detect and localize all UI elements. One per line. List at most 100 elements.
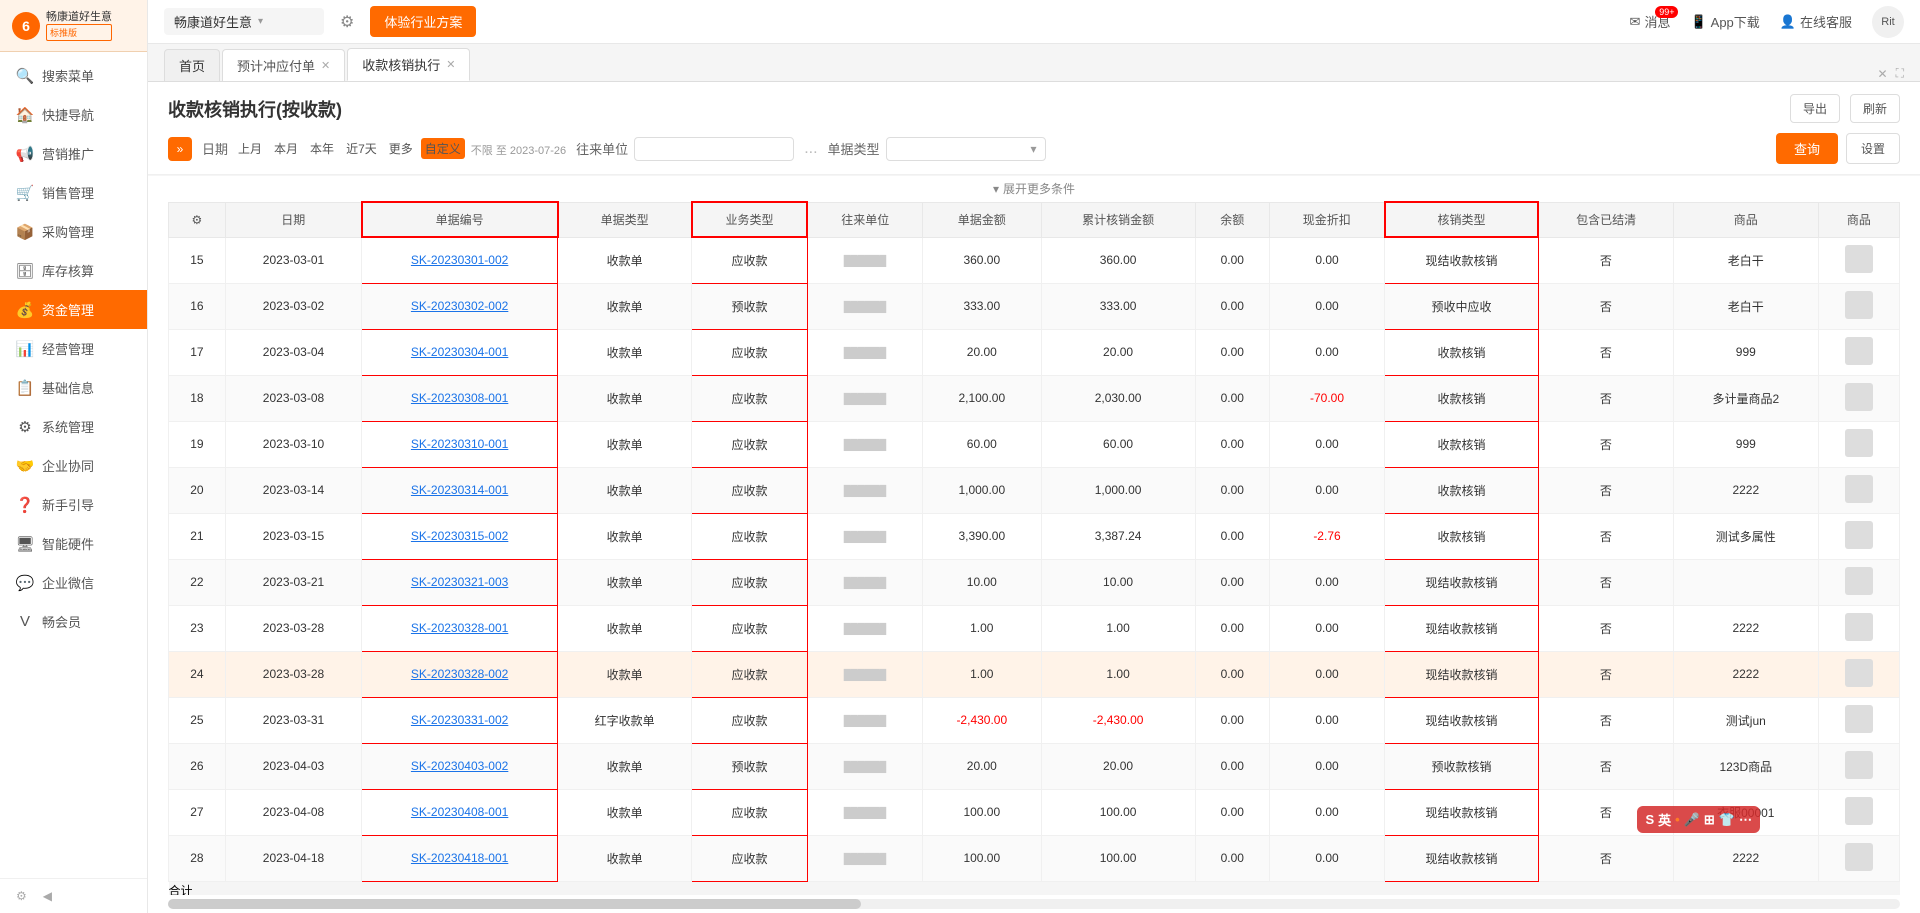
goods-image [1845,659,1873,687]
refresh-button[interactable]: 刷新 [1850,94,1900,123]
date-custom-button[interactable]: 自定义 [421,138,465,159]
export-button[interactable]: 导出 [1790,94,1840,123]
sidebar-item-guide[interactable]: ❓新手引导 [0,485,147,524]
date-option-7days[interactable]: 近7天 [342,138,381,159]
col-header-doc_no: 单据编号 [362,202,558,237]
sidebar-item-hardware[interactable]: 🖥智能硬件 [0,524,147,563]
date-option-more[interactable]: 更多 [385,138,417,159]
doc-no-link[interactable]: SK-20230331-002 [411,713,508,727]
cell-no: 24 [169,651,226,697]
sidebar-item-member[interactable]: V畅会员 [0,602,147,641]
date-option-this-month[interactable]: 本月 [270,138,302,159]
cell-doc_no[interactable]: SK-20230301-002 [362,237,558,283]
cell-doc_no[interactable]: SK-20230403-002 [362,743,558,789]
doc-no-link[interactable]: SK-20230403-002 [411,759,508,773]
sidebar-item-enterprise[interactable]: 🤝企业协同 [0,446,147,485]
doc-no-link[interactable]: SK-20230328-001 [411,621,508,635]
table-row: 162023-03-02SK-20230302-002收款单预收款██████3… [169,283,1900,329]
settings-icon[interactable]: ⚙ [16,889,27,903]
cell-balance: 0.00 [1195,743,1269,789]
date-option-last-month[interactable]: 上月 [234,138,266,159]
cell-writeoff_total: 1.00 [1041,605,1195,651]
tab-home[interactable]: 首页 [164,49,220,81]
sidebar-item-inventory[interactable]: 🗄库存核算 [0,251,147,290]
tab-prepay[interactable]: 预计冲应付单 ✕ [222,49,345,81]
user-avatar[interactable]: Rit [1872,6,1904,38]
goods-image [1845,245,1873,273]
horizontal-scrollbar[interactable] [168,899,1900,909]
cell-doc_no[interactable]: SK-20230321-003 [362,559,558,605]
cell-writeoff_type: 收款核销 [1385,329,1539,375]
sidebar-item-finance[interactable]: 💰资金管理 [0,290,147,329]
sidebar-icon-purchase: 📦 [16,223,34,241]
cell-doc_no[interactable]: SK-20230315-002 [362,513,558,559]
expand-more-conditions[interactable]: ▾ 展开更多条件 [148,175,1920,201]
doc-no-link[interactable]: SK-20230304-001 [411,345,508,359]
doc-no-link[interactable]: SK-20230302-002 [411,299,508,313]
cell-doc_no[interactable]: SK-20230408-001 [362,789,558,835]
query-button[interactable]: 查询 [1776,133,1838,164]
cell-doc_no[interactable]: SK-20230304-001 [362,329,558,375]
doc-no-link[interactable]: SK-20230301-002 [411,253,508,267]
doc-no-link[interactable]: SK-20230314-001 [411,483,508,497]
cell-biz_type: 应收款 [692,237,808,283]
solution-button[interactable]: 体验行业方案 [370,6,476,37]
app-download-button[interactable]: 📱 App下载 [1690,12,1759,31]
app-logo-icon: 6 [12,12,40,40]
cell-doc_no[interactable]: SK-20230314-001 [362,467,558,513]
expand-tab-icon[interactable]: ⛶ [1896,66,1904,81]
doc-no-link[interactable]: SK-20230408-001 [411,805,508,819]
gear-icon[interactable]: ⚙ [340,12,354,32]
cell-doc_no[interactable]: SK-20230310-001 [362,421,558,467]
doc-no-link[interactable]: SK-20230328-002 [411,667,508,681]
doc-no-link[interactable]: SK-20230308-001 [411,391,508,405]
col-header-date: 日期 [225,202,361,237]
sidebar-item-basic[interactable]: 📋基础信息 [0,368,147,407]
cell-amount: 100.00 [922,789,1041,835]
sidebar-item-search-menu[interactable]: 🔍搜索菜单 [0,56,147,95]
tab-writeoff[interactable]: 收款核销执行✕ [347,48,470,81]
service-button[interactable]: 👤 在线客服 [1780,12,1852,31]
doc-no-link[interactable]: SK-20230315-002 [411,529,508,543]
cell-writeoff_type: 预收款核销 [1385,743,1539,789]
cell-doc_no[interactable]: SK-20230328-002 [362,651,558,697]
doc-no-link[interactable]: SK-20230418-001 [411,851,508,865]
cell-doc_no[interactable]: SK-20230328-001 [362,605,558,651]
sidebar-item-marketing[interactable]: 📢营销推广 [0,134,147,173]
partner-input[interactable] [634,137,794,161]
doc-no-link[interactable]: SK-20230310-001 [411,437,508,451]
cell-writeoff_total: 10.00 [1041,559,1195,605]
brand-selector[interactable]: 畅康道好生意 ▾ [164,8,324,35]
filter-settings-button[interactable]: 设置 [1846,133,1900,164]
tab-close-writeoff[interactable]: ✕ [446,58,455,71]
cell-amount: 20.00 [922,329,1041,375]
tab-label-prepay: 预计冲应付单 [237,56,315,75]
sidebar-item-quick-nav[interactable]: 🏠快捷导航 [0,95,147,134]
sidebar-item-purchase[interactable]: 📦采购管理 [0,212,147,251]
tab-close-prepay[interactable]: ✕ [321,59,330,72]
close-tab-icon[interactable]: ✕ [1878,67,1888,81]
sidebar-item-wechat[interactable]: 💬企业微信 [0,563,147,602]
cell-goods: 2222 [1673,467,1818,513]
doc-no-link[interactable]: SK-20230321-003 [411,575,508,589]
cell-no: 23 [169,605,226,651]
cell-balance: 0.00 [1195,467,1269,513]
scrollbar-thumb[interactable] [168,899,861,909]
cell-doc_no[interactable]: SK-20230302-002 [362,283,558,329]
sidebar-icon-hardware: 🖥 [16,535,34,553]
sidebar-item-system[interactable]: ⚙系统管理 [0,407,147,446]
sidebar-item-operations[interactable]: 📊经营管理 [0,329,147,368]
filter-expand-button[interactable]: » [168,137,192,161]
doc-type-select[interactable]: ▾ [886,137,1046,161]
collapse-icon[interactable]: ◀ [43,889,52,903]
cell-doc_no[interactable]: SK-20230331-002 [362,697,558,743]
sidebar-item-sales[interactable]: 🛒销售管理 [0,173,147,212]
cell-doc_no[interactable]: SK-20230418-001 [362,835,558,881]
cell-doc_type: 收款单 [558,651,692,697]
date-option-this-year[interactable]: 本年 [306,138,338,159]
cell-doc_no[interactable]: SK-20230308-001 [362,375,558,421]
goods-image [1845,613,1873,641]
table-row: 262023-04-03SK-20230403-002收款单预收款██████2… [169,743,1900,789]
message-button[interactable]: ✉ 消息 99+ [1630,12,1671,31]
cell-include_settled: 否 [1538,743,1673,789]
